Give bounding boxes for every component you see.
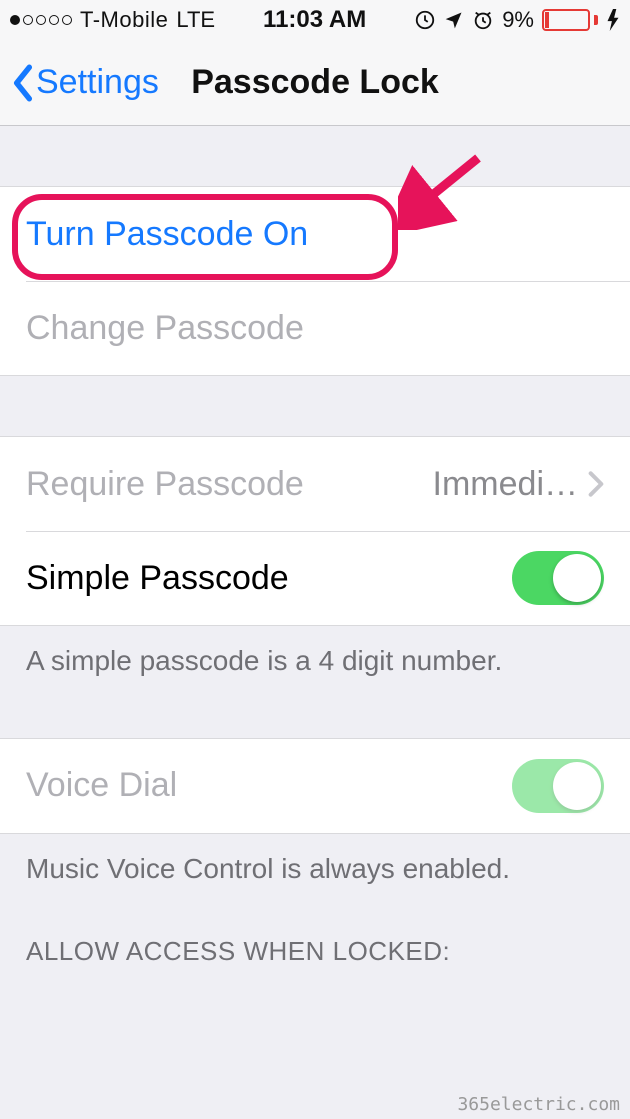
voice-dial-label: Voice Dial	[26, 766, 512, 805]
carrier-label: T-Mobile	[80, 7, 168, 33]
simple-passcode-cell: Simple Passcode	[0, 531, 630, 625]
simple-passcode-toggle[interactable]	[512, 551, 604, 605]
battery-icon	[542, 9, 598, 31]
page-title: Passcode Lock	[191, 63, 439, 102]
voice-dial-footer: Music Voice Control is always enabled.	[0, 834, 630, 906]
status-bar: T-Mobile LTE 11:03 AM 9%	[0, 0, 630, 40]
require-passcode-cell[interactable]: Require Passcode Immedi…	[0, 437, 630, 531]
voice-dial-cell: Voice Dial	[0, 739, 630, 833]
nav-bar: Settings Passcode Lock	[0, 40, 630, 126]
back-button[interactable]: Settings	[12, 63, 159, 102]
chevron-left-icon	[12, 64, 34, 102]
turn-passcode-on-cell[interactable]: Turn Passcode On	[0, 187, 630, 281]
group-passcode-options: Require Passcode Immedi… Simple Passcode	[0, 436, 630, 626]
group-passcode-actions: Turn Passcode On Change Passcode	[0, 186, 630, 376]
require-passcode-label: Require Passcode	[26, 465, 433, 504]
change-passcode-cell: Change Passcode	[0, 281, 630, 375]
change-passcode-label: Change Passcode	[26, 309, 604, 348]
group-voice-dial: Voice Dial	[0, 738, 630, 834]
network-type-label: LTE	[176, 7, 215, 33]
back-label: Settings	[36, 63, 159, 102]
simple-passcode-label: Simple Passcode	[26, 559, 512, 598]
location-icon	[444, 10, 464, 30]
watermark: 365electric.com	[457, 1094, 620, 1115]
chevron-right-icon	[588, 470, 604, 498]
voice-dial-toggle[interactable]	[512, 759, 604, 813]
allow-access-header: ALLOW ACCESS WHEN LOCKED:	[0, 906, 630, 967]
charging-icon	[606, 9, 620, 31]
status-time: 11:03 AM	[263, 6, 366, 34]
battery-percent-label: 9%	[502, 7, 534, 33]
orientation-lock-icon	[414, 9, 436, 31]
status-left: T-Mobile LTE	[10, 7, 215, 33]
turn-passcode-on-label: Turn Passcode On	[26, 215, 604, 254]
alarm-icon	[472, 9, 494, 31]
status-right: 9%	[414, 7, 620, 33]
simple-passcode-footer: A simple passcode is a 4 digit number.	[0, 626, 630, 698]
require-passcode-value: Immedi…	[433, 465, 578, 504]
signal-strength-icon	[10, 15, 72, 25]
